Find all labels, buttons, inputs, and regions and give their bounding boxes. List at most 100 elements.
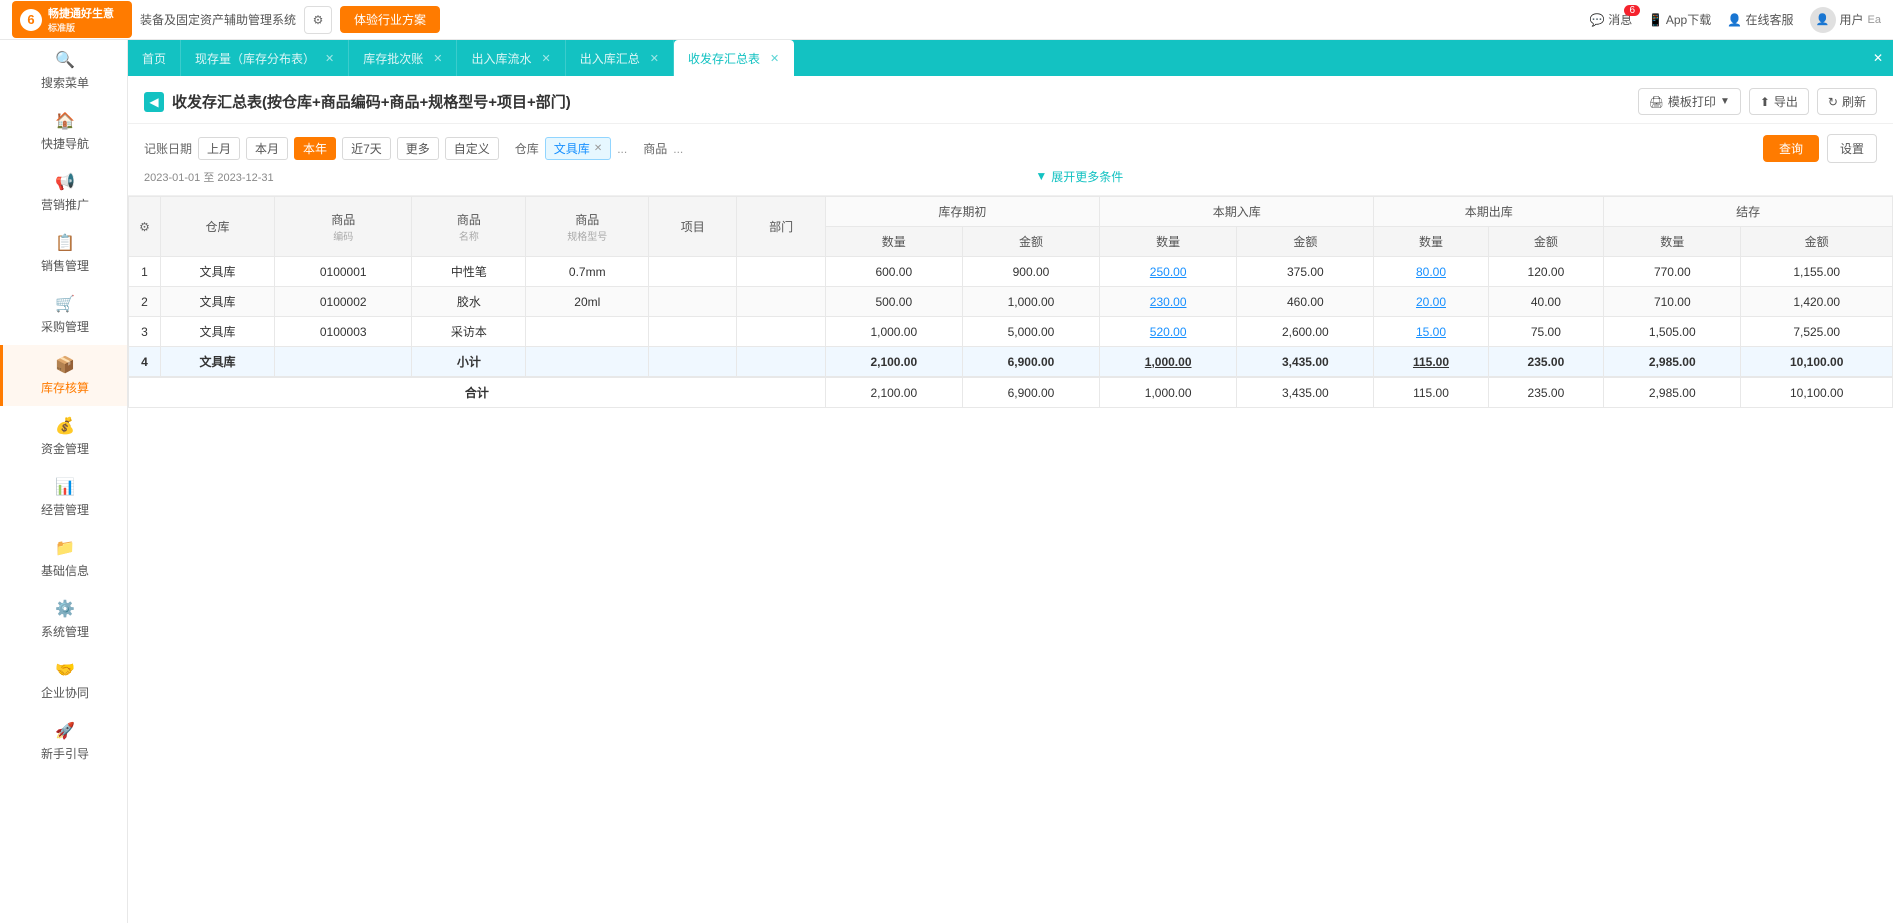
row-in-qty[interactable]: 250.00: [1100, 257, 1237, 287]
message-icon: 💬: [1590, 13, 1605, 27]
date-btn-custom[interactable]: 自定义: [445, 137, 499, 160]
row-warehouse: 文具库: [161, 287, 275, 317]
sidebar-label-guide: 新手引导: [41, 745, 89, 762]
sidebar-item-guide[interactable]: 🚀 新手引导: [0, 711, 127, 772]
finance-icon: 💰: [55, 416, 75, 436]
table-settings-button[interactable]: 设置: [1827, 134, 1877, 163]
row-spec: 0.7mm: [526, 257, 649, 287]
warehouse-filter-group: 仓库 文具库 ✕ ...: [515, 137, 627, 160]
sidebar-item-purchase[interactable]: 🛒 采购管理: [0, 284, 127, 345]
row-code: 0100003: [275, 317, 412, 347]
row-out-qty[interactable]: 80.00: [1374, 257, 1488, 287]
row-department: [737, 287, 825, 317]
marketing-icon: 📢: [55, 172, 75, 192]
footer-balance-qty: 2,985.00: [1604, 377, 1741, 408]
query-button[interactable]: 查询: [1763, 135, 1819, 162]
warehouse-tag-text: 文具库: [554, 140, 590, 157]
sidebar: 🔍 搜索菜单 🏠 快捷导航 📢 营销推广 📋 销售管理 🛒 采购管理 📦: [0, 40, 128, 923]
sidebar-item-operation[interactable]: 📊 经营管理: [0, 467, 127, 528]
sidebar-item-finance[interactable]: 💰 资金管理: [0, 406, 127, 467]
user-suffix: Ea: [1868, 14, 1881, 26]
close-tab-stock-summary[interactable]: ✕: [650, 52, 659, 65]
try-button[interactable]: 体验行业方案: [340, 6, 440, 33]
message-badge: 6: [1624, 5, 1640, 16]
purchase-icon: 🛒: [55, 294, 75, 314]
print-button[interactable]: 🖨 模板打印 ▼: [1638, 88, 1741, 115]
sidebar-label-basic: 基础信息: [41, 562, 89, 579]
online-service[interactable]: 👤 在线客服: [1727, 11, 1793, 28]
col-out-group: 本期出库: [1374, 197, 1604, 227]
filter-row2: 2023-01-01 至 2023-12-31 ▼ 展开更多条件: [144, 167, 1877, 185]
row-opening-qty: 2,100.00: [825, 347, 962, 378]
tab-batch-account[interactable]: 库存批次账 ✕: [349, 40, 457, 76]
row-balance-amt: 1,420.00: [1741, 287, 1893, 317]
row-name: 中性笔: [412, 257, 526, 287]
expand-conditions-button[interactable]: ▼ 展开更多条件: [1035, 168, 1123, 185]
row-in-qty[interactable]: 230.00: [1100, 287, 1237, 317]
warehouse-dots[interactable]: ...: [617, 142, 627, 156]
close-tab-batch-account[interactable]: ✕: [433, 52, 442, 65]
user-area[interactable]: 👤 用户 Ea: [1810, 7, 1881, 33]
row-out-qty[interactable]: 20.00: [1374, 287, 1488, 317]
sidebar-label-search: 搜索菜单: [41, 74, 89, 91]
column-settings-icon[interactable]: ⚙: [139, 220, 150, 234]
row-balance-qty: 710.00: [1604, 287, 1741, 317]
col-code-header: 商品编码: [275, 197, 412, 257]
message-area[interactable]: 💬 6 消息: [1590, 11, 1632, 28]
col-balance-qty-header: 数量: [1604, 227, 1741, 257]
settings-icon[interactable]: ⚙: [304, 6, 332, 34]
date-btn-cur-year[interactable]: 本年: [294, 137, 336, 160]
tab-stock-flow[interactable]: 出入库流水 ✕: [457, 40, 565, 76]
warehouse-tag[interactable]: 文具库 ✕: [545, 137, 611, 160]
collapse-arrow[interactable]: ◀: [144, 92, 164, 112]
close-tab-receive-send-summary[interactable]: ✕: [770, 52, 779, 65]
avatar: 👤: [1810, 7, 1836, 33]
row-num: 4: [129, 347, 161, 378]
date-btn-more[interactable]: 更多: [397, 137, 439, 160]
close-tab-stock-distribution[interactable]: ✕: [325, 52, 334, 65]
tab-home[interactable]: 首页: [128, 40, 181, 76]
refresh-button[interactable]: ↻ 刷新: [1817, 88, 1877, 115]
row-out-qty[interactable]: 15.00: [1374, 317, 1488, 347]
tab-stock-distribution[interactable]: 现存量（库存分布表） ✕: [181, 40, 349, 76]
row-project: [649, 257, 737, 287]
app-download[interactable]: 📱 App下载: [1648, 11, 1711, 28]
export-button[interactable]: ⬆ 导出: [1749, 88, 1809, 115]
row-balance-amt: 10,100.00: [1741, 347, 1893, 378]
date-range-text: 2023-01-01 至 2023-12-31: [144, 169, 274, 185]
sidebar-item-marketing[interactable]: 📢 营销推广: [0, 162, 127, 223]
tab-stock-summary[interactable]: 出入库汇总 ✕: [566, 40, 674, 76]
sidebar-item-basic[interactable]: 📁 基础信息: [0, 528, 127, 589]
warehouse-tag-close[interactable]: ✕: [594, 143, 602, 154]
date-btn-prev-month[interactable]: 上月: [198, 137, 240, 160]
sidebar-label-inventory: 库存核算: [41, 379, 89, 396]
date-btn-7days[interactable]: 近7天: [342, 137, 391, 160]
date-btn-cur-month[interactable]: 本月: [246, 137, 288, 160]
logo: 6 畅捷通好生意 标准版: [12, 1, 132, 38]
sidebar-item-search[interactable]: 🔍 搜索菜单: [0, 40, 127, 101]
sidebar-item-sales[interactable]: 📋 销售管理: [0, 223, 127, 284]
close-tab-stock-flow[interactable]: ✕: [542, 52, 551, 65]
goods-label: 商品: [643, 140, 667, 157]
row-warehouse: 文具库: [161, 257, 275, 287]
col-settings-header: ⚙: [129, 197, 161, 257]
goods-dots[interactable]: ...: [673, 142, 683, 156]
row-out-amt: 120.00: [1488, 257, 1604, 287]
row-num: 3: [129, 317, 161, 347]
sidebar-item-cooperation[interactable]: 🤝 企业协同: [0, 650, 127, 711]
sidebar-item-system[interactable]: ⚙️ 系统管理: [0, 589, 127, 650]
footer-in-qty: 1,000.00: [1100, 377, 1237, 408]
tab-receive-send-summary[interactable]: 收发存汇总表 ✕: [674, 40, 794, 76]
row-name: 采访本: [412, 317, 526, 347]
sidebar-item-quicknav[interactable]: 🏠 快捷导航: [0, 101, 127, 162]
footer-out-qty: 115.00: [1374, 377, 1488, 408]
sidebar-item-inventory[interactable]: 📦 库存核算: [0, 345, 127, 406]
expand-icon: ▼: [1035, 169, 1047, 183]
logo-sub: 标准版: [48, 21, 114, 34]
basic-icon: 📁: [55, 538, 75, 558]
footer-in-amt: 3,435.00: [1237, 377, 1374, 408]
row-warehouse: 文具库: [161, 317, 275, 347]
col-balance-group: 结存: [1604, 197, 1893, 227]
row-in-qty[interactable]: 520.00: [1100, 317, 1237, 347]
close-all-tabs[interactable]: ✕: [1863, 51, 1893, 65]
